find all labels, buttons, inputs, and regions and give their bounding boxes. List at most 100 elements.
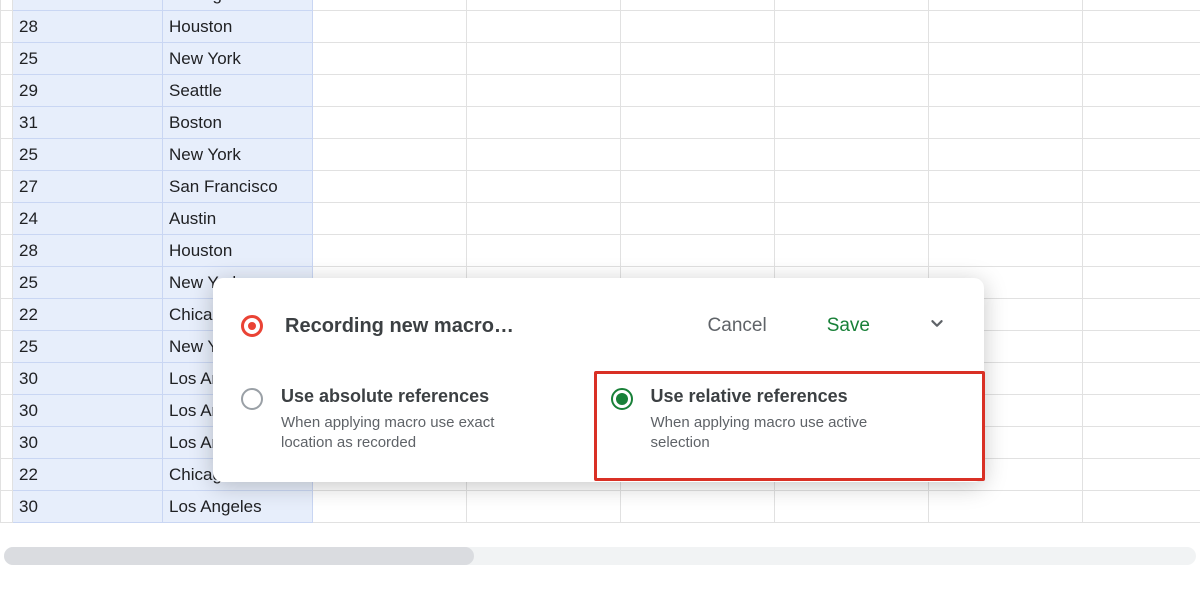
row-header[interactable]: [1, 75, 13, 107]
cell[interactable]: [1083, 43, 1200, 75]
cell[interactable]: 25: [13, 43, 163, 75]
cell[interactable]: [467, 171, 621, 203]
table-row[interactable]: 27San Francisco: [1, 171, 1200, 203]
cell[interactable]: [929, 0, 1083, 11]
cell[interactable]: [621, 43, 775, 75]
cancel-button[interactable]: Cancel: [696, 309, 779, 343]
cell[interactable]: 28: [13, 11, 163, 43]
cell[interactable]: 28: [13, 235, 163, 267]
cell[interactable]: 24: [13, 203, 163, 235]
scrollbar-thumb[interactable]: [4, 547, 474, 565]
cell[interactable]: [1083, 427, 1200, 459]
cell[interactable]: [929, 139, 1083, 171]
cell[interactable]: [467, 11, 621, 43]
cell[interactable]: [467, 107, 621, 139]
table-row[interactable]: 22Chicago: [1, 0, 1200, 11]
cell[interactable]: [621, 107, 775, 139]
row-header[interactable]: [1, 203, 13, 235]
cell[interactable]: [1083, 75, 1200, 107]
option-relative-references[interactable]: Use relative references When applying ma…: [594, 371, 986, 481]
cell[interactable]: [621, 11, 775, 43]
cell[interactable]: [313, 139, 467, 171]
cell[interactable]: [929, 11, 1083, 43]
cell[interactable]: 25: [13, 139, 163, 171]
cell[interactable]: [929, 235, 1083, 267]
row-header[interactable]: [1, 235, 13, 267]
cell[interactable]: [775, 235, 929, 267]
table-row[interactable]: 28Houston: [1, 235, 1200, 267]
cell[interactable]: [1083, 203, 1200, 235]
cell[interactable]: [313, 235, 467, 267]
cell[interactable]: [1083, 395, 1200, 427]
cell[interactable]: [313, 11, 467, 43]
cell[interactable]: [775, 139, 929, 171]
row-header[interactable]: [1, 0, 13, 11]
cell[interactable]: [467, 235, 621, 267]
cell[interactable]: [313, 75, 467, 107]
row-header[interactable]: [1, 363, 13, 395]
cell[interactable]: 27: [13, 171, 163, 203]
cell[interactable]: 22: [13, 459, 163, 491]
row-header[interactable]: [1, 43, 13, 75]
cell[interactable]: [929, 75, 1083, 107]
save-button[interactable]: Save: [815, 309, 882, 343]
cell[interactable]: [467, 75, 621, 107]
cell[interactable]: [929, 171, 1083, 203]
cell[interactable]: Houston: [163, 11, 313, 43]
expand-button[interactable]: [918, 306, 956, 346]
row-header[interactable]: [1, 459, 13, 491]
cell[interactable]: 29: [13, 75, 163, 107]
cell[interactable]: [1083, 0, 1200, 11]
cell[interactable]: [1083, 235, 1200, 267]
cell[interactable]: 25: [13, 331, 163, 363]
cell[interactable]: [1083, 459, 1200, 491]
row-header[interactable]: [1, 491, 13, 523]
cell[interactable]: [313, 43, 467, 75]
cell[interactable]: [313, 491, 467, 523]
cell[interactable]: [929, 203, 1083, 235]
cell[interactable]: Boston: [163, 107, 313, 139]
cell[interactable]: Los Angeles: [163, 491, 313, 523]
cell[interactable]: [1083, 11, 1200, 43]
cell[interactable]: [621, 171, 775, 203]
cell[interactable]: [775, 75, 929, 107]
cell[interactable]: [775, 0, 929, 11]
table-row[interactable]: 30Los Angeles: [1, 491, 1200, 523]
cell[interactable]: 22: [13, 0, 163, 11]
table-row[interactable]: 29Seattle: [1, 75, 1200, 107]
table-row[interactable]: 25New York: [1, 139, 1200, 171]
cell[interactable]: [621, 0, 775, 11]
cell[interactable]: [929, 43, 1083, 75]
cell[interactable]: [621, 139, 775, 171]
cell[interactable]: [621, 235, 775, 267]
row-header[interactable]: [1, 107, 13, 139]
row-header[interactable]: [1, 427, 13, 459]
cell[interactable]: Seattle: [163, 75, 313, 107]
cell[interactable]: New York: [163, 43, 313, 75]
cell[interactable]: [775, 107, 929, 139]
cell[interactable]: [467, 0, 621, 11]
cell[interactable]: San Francisco: [163, 171, 313, 203]
cell[interactable]: [313, 0, 467, 11]
row-header[interactable]: [1, 171, 13, 203]
cell[interactable]: Austin: [163, 203, 313, 235]
cell[interactable]: [929, 107, 1083, 139]
cell[interactable]: [313, 171, 467, 203]
cell[interactable]: Houston: [163, 235, 313, 267]
cell[interactable]: [1083, 299, 1200, 331]
cell[interactable]: [313, 203, 467, 235]
cell[interactable]: 30: [13, 363, 163, 395]
cell[interactable]: [1083, 139, 1200, 171]
table-row[interactable]: 24Austin: [1, 203, 1200, 235]
radio-checked-icon[interactable]: [611, 388, 633, 410]
cell[interactable]: [313, 107, 467, 139]
cell[interactable]: [467, 491, 621, 523]
row-header[interactable]: [1, 395, 13, 427]
cell[interactable]: [775, 171, 929, 203]
row-header[interactable]: [1, 139, 13, 171]
cell[interactable]: New York: [163, 139, 313, 171]
row-header[interactable]: [1, 11, 13, 43]
cell[interactable]: [621, 491, 775, 523]
cell[interactable]: [775, 11, 929, 43]
cell[interactable]: [467, 203, 621, 235]
